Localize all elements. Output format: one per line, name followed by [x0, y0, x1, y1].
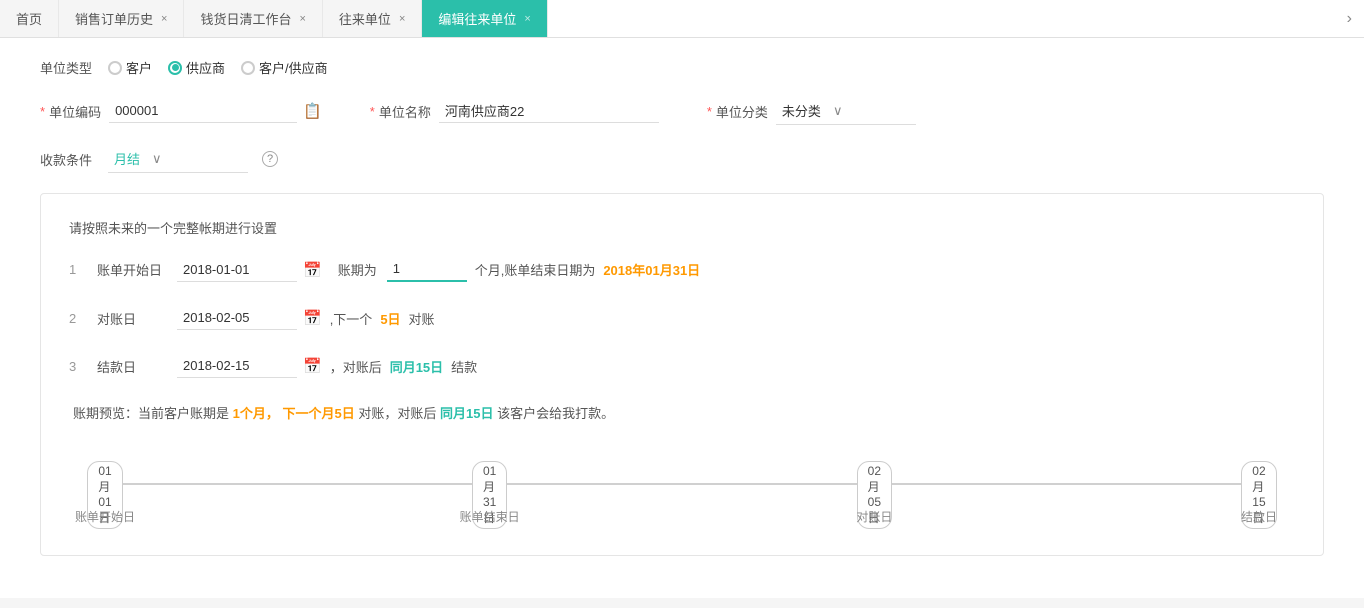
payment-terms-help-icon[interactable]: ? — [262, 151, 278, 167]
reconcile-date-input[interactable] — [177, 306, 297, 330]
tab-edit-partner-label: 编辑往来单位 — [438, 9, 516, 28]
preview-mid: 下一个月5日 — [283, 406, 355, 421]
radio-customer-circle — [108, 61, 122, 75]
tab-partner-units[interactable]: 往来单位 × — [323, 0, 422, 37]
account-start-calendar-icon[interactable]: 📅 — [303, 261, 322, 279]
unit-category-value: 未分类 — [776, 97, 827, 124]
row-3-num: 3 — [69, 359, 97, 374]
payment-terms-label: 收款条件 — [40, 150, 92, 169]
payment-terms-value: 月结 — [108, 145, 146, 172]
reconcile-calendar-icon[interactable]: 📅 — [303, 309, 322, 327]
payment-terms-dropdown-icon[interactable]: ∨ — [152, 151, 162, 167]
preview-end: 同月15日 — [440, 406, 493, 421]
preview-suffix: 该客户会给我打款。 — [497, 406, 614, 421]
timeline-label-2: 账单结束日 — [460, 508, 520, 525]
unit-category-label: 单位分类 — [716, 102, 768, 121]
unit-type-row: 单位类型 客户 供应商 客户/供应商 — [40, 58, 1324, 77]
timeline-label-3: 对账日 — [856, 508, 892, 525]
account-start-date-input[interactable] — [177, 258, 297, 282]
tab-edit-partner[interactable]: 编辑往来单位 × — [422, 0, 547, 37]
tab-edit-partner-close[interactable]: × — [524, 13, 530, 25]
account-start-row: 1 账单开始日 📅 账期为 个月,账单结束日期为 2018年01月31日 — [69, 257, 1295, 282]
payment-calendar-icon[interactable]: 📅 — [303, 357, 322, 375]
preview-mid2: 对账，对账后 — [358, 406, 436, 421]
radio-customer-supplier-circle — [241, 61, 255, 75]
payment-date-input[interactable] — [177, 354, 297, 378]
unit-category-group: * 单位分类 未分类 ∨ — [707, 97, 916, 125]
tab-partner-units-label: 往来单位 — [339, 9, 391, 28]
unit-category-required: * — [707, 104, 712, 119]
preview-prefix: 账期预览：当前客户账期是 — [73, 406, 229, 421]
unit-name-group: * 单位名称 — [370, 99, 659, 123]
timeline-point-4: 02月15日 结款日 — [1253, 489, 1265, 501]
tab-home[interactable]: 首页 — [0, 0, 59, 37]
timeline: 01月01日 账单开始日 01月31日 账单结束日 — [69, 453, 1295, 531]
row-2-highlight1: 5日 — [380, 309, 400, 328]
unit-code-copy-icon[interactable]: 📋 — [303, 102, 322, 120]
unit-name-required: * — [370, 104, 375, 119]
tab-sales-order-history-close[interactable]: × — [161, 13, 167, 25]
payment-terms-select[interactable]: 月结 ∨ — [108, 145, 248, 173]
radio-customer-supplier-label: 客户/供应商 — [259, 58, 328, 77]
timeline-point-1: 01月01日 账单开始日 — [99, 489, 111, 501]
radio-supplier[interactable]: 供应商 — [168, 58, 225, 77]
row-1-sep: 账期为 — [338, 260, 377, 279]
row-2-desc-pre: ,下一个 — [330, 309, 373, 328]
unit-code-label: 单位编码 — [49, 102, 101, 121]
unit-name-input[interactable] — [439, 99, 659, 123]
unit-name-label: 单位名称 — [379, 102, 431, 121]
timeline-label-1: 账单开始日 — [75, 508, 135, 525]
unit-category-dropdown-icon[interactable]: ∨ — [833, 103, 843, 119]
tab-bar: 首页 销售订单历史 × 钱货日清工作台 × 往来单位 × 编辑往来单位 × › — [0, 0, 1364, 38]
row-3-desc-post2: 结款 — [451, 357, 477, 376]
section-description: 请按照未来的一个完整帐期进行设置 — [69, 218, 1295, 237]
tab-home-label: 首页 — [16, 9, 42, 28]
timeline-label-4: 结款日 — [1241, 508, 1277, 525]
radio-customer-supplier[interactable]: 客户/供应商 — [241, 58, 328, 77]
row-2-desc-post: 对账 — [409, 309, 435, 328]
account-preview: 账期预览：当前客户账期是 1个月， 下一个月5日 对账，对账后 同月15日 该客… — [69, 402, 1295, 425]
row-1-label: 账单开始日 — [97, 260, 177, 279]
tab-partner-units-close[interactable]: × — [399, 13, 405, 25]
unit-type-radio-group: 客户 供应商 客户/供应商 — [108, 58, 328, 77]
unit-code-input[interactable] — [109, 99, 297, 123]
row-1-end-date: 2018年01月31日 — [603, 260, 700, 279]
radio-supplier-circle — [168, 61, 182, 75]
account-period-section: 请按照未来的一个完整帐期进行设置 1 账单开始日 📅 账期为 个月,账单结束日期… — [40, 193, 1324, 556]
radio-customer-label: 客户 — [126, 58, 152, 77]
row-1-month-unit: 个月,账单结束日期为 — [475, 260, 596, 279]
reconcile-date-row: 2 对账日 📅 ,下一个 5日对账 — [69, 306, 1295, 330]
row-1-num: 1 — [69, 262, 97, 277]
main-content: 单位类型 客户 供应商 客户/供应商 * 单位编码 📋 * 单位名称 — [0, 38, 1364, 598]
timeline-point-3: 02月05日 对账日 — [868, 489, 880, 501]
preview-month: 1个月， — [233, 406, 279, 421]
payment-date-row: 3 结款日 📅 ，对账后同月15日结款 — [69, 354, 1295, 378]
unit-info-row: * 单位编码 📋 * 单位名称 * 单位分类 未分类 ∨ — [40, 97, 1324, 125]
unit-category-select[interactable]: 未分类 ∨ — [776, 97, 916, 125]
tab-cash-ledger-label: 钱货日清工作台 — [200, 9, 291, 28]
tab-more-button[interactable]: › — [1335, 0, 1364, 37]
row-2-label: 对账日 — [97, 309, 177, 328]
unit-code-required: * — [40, 104, 45, 119]
row-2-num: 2 — [69, 311, 97, 326]
unit-code-group: * 单位编码 📋 — [40, 99, 322, 123]
account-period-month-input[interactable] — [387, 257, 467, 282]
unit-type-label: 单位类型 — [40, 58, 92, 77]
radio-customer[interactable]: 客户 — [108, 58, 152, 77]
row-3-desc-pre: ，对账后 — [330, 357, 382, 376]
radio-supplier-label: 供应商 — [186, 58, 225, 77]
tab-sales-order-history[interactable]: 销售订单历史 × — [59, 0, 184, 37]
row-3-label: 结款日 — [97, 357, 177, 376]
payment-terms-row: 收款条件 月结 ∨ ? — [40, 145, 1324, 173]
timeline-point-2: 01月31日 账单结束日 — [484, 489, 496, 501]
tab-sales-order-history-label: 销售订单历史 — [75, 9, 153, 28]
tab-cash-ledger[interactable]: 钱货日清工作台 × — [184, 0, 322, 37]
row-3-highlight2: 同月15日 — [390, 357, 443, 376]
tab-cash-ledger-close[interactable]: × — [299, 13, 305, 25]
